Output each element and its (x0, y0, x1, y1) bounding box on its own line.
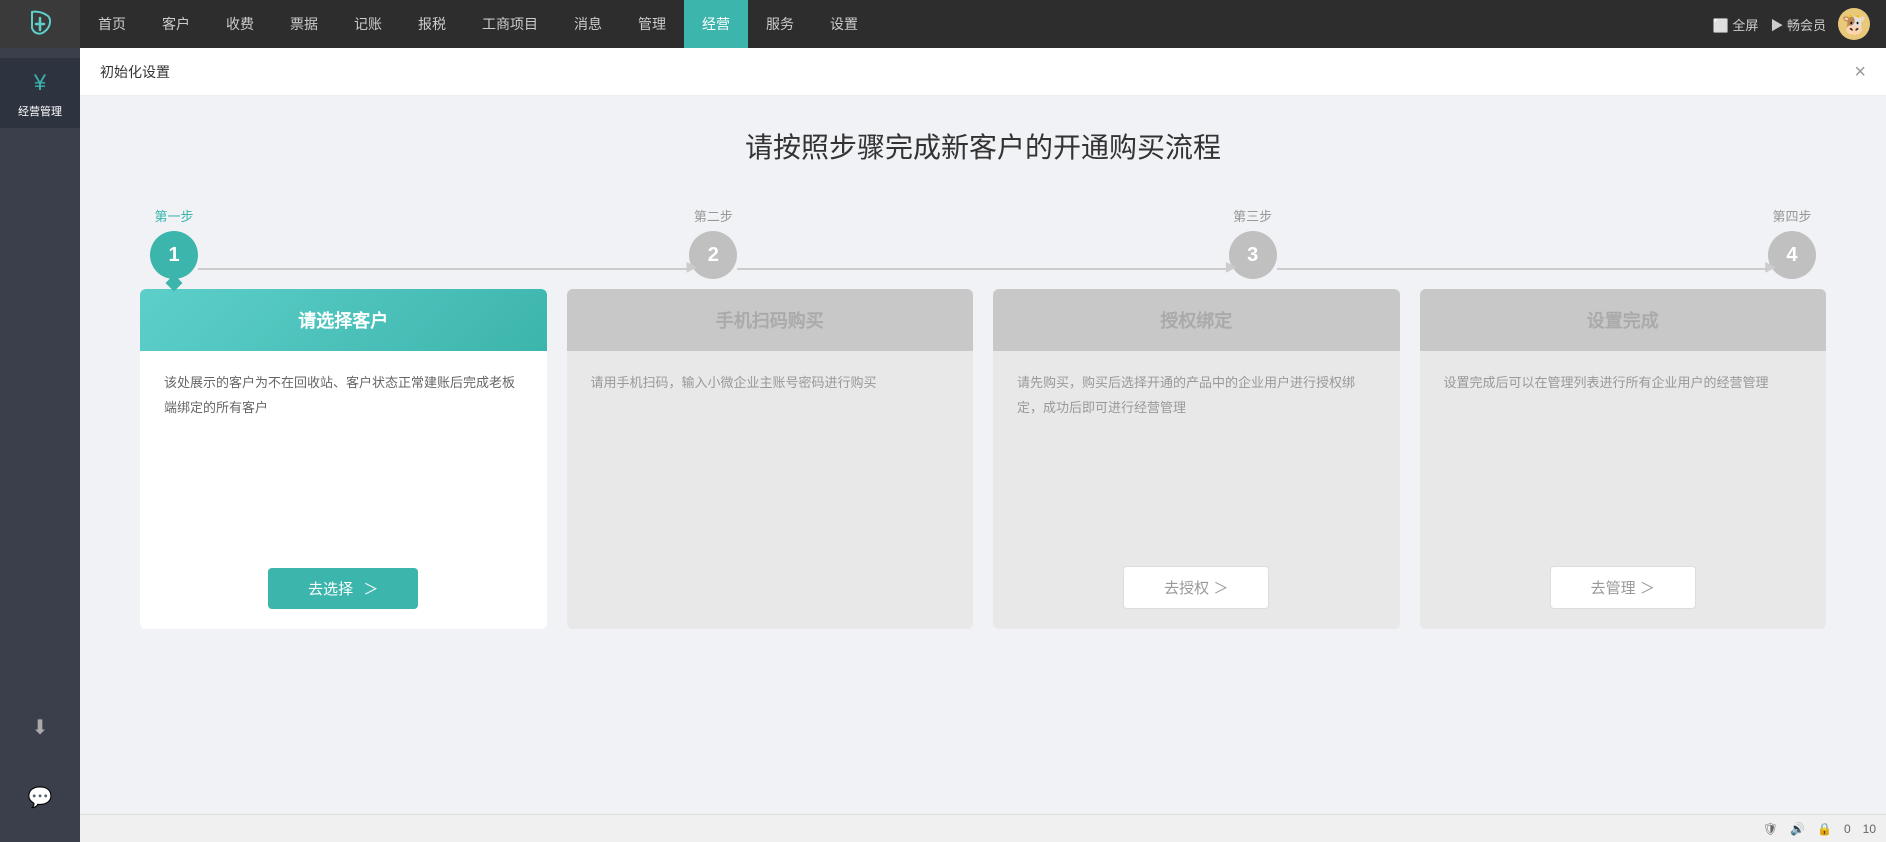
main-content: 初始化设置 × 请按照步骤完成新客户的开通购买流程 第一步 1 ▶ 第二 (80, 48, 1886, 814)
status-right: 🛡 🔊 🔒 0 10 (1763, 822, 1876, 836)
shield-icon: 🛡 (1763, 822, 1778, 836)
goto-auth-button[interactable]: 去授权 ＞ (1123, 566, 1269, 609)
card-3-header: 授权绑定 (993, 289, 1400, 351)
card-2-body: 请用手机扫码，输入小微企业主账号密码进行购买 (567, 351, 974, 629)
card-step-1: 请选择客户 该处展示的客户为不在回收站、客户状态正常建账后完成老板端绑定的所有客… (140, 289, 547, 629)
sidebar-support[interactable]: 💬 (0, 762, 80, 832)
arrow-1-2: ▶ (687, 258, 698, 275)
lock-icon: 🔒 (1817, 822, 1832, 836)
nav-message[interactable]: 消息 (556, 0, 620, 48)
card-step-3: 授权绑定 请先购买，购买后选择开通的产品中的企业用户进行授权绑定，成功后即可进行… (993, 289, 1400, 629)
sidebar-download[interactable]: ⬇ (0, 692, 80, 762)
top-navigation: 首页 客户 收费 票据 记账 报税 工商项目 消息 管理 经营 服务 设置 ⬜ … (0, 0, 1886, 48)
nav-operation[interactable]: 经营 (684, 0, 748, 48)
nav-items: 首页 客户 收费 票据 记账 报税 工商项目 消息 管理 经营 服务 设置 (80, 0, 876, 48)
support-icon: 💬 (24, 781, 56, 813)
page-title: 初始化设置 (100, 62, 170, 82)
step-1-circle: 1 (150, 231, 198, 279)
arrow-2-3: ▶ (1226, 258, 1237, 275)
card-1-title: 请选择客户 (164, 307, 523, 333)
card-4-header: 设置完成 (1420, 289, 1827, 351)
sidebar-bottom: ⬇ 💬 (0, 692, 80, 842)
card-3-text: 请先购买，购买后选择开通的产品中的企业用户进行授权绑定，成功后即可进行经营管理 (1017, 371, 1376, 546)
step-1-label: 第一步 (154, 206, 193, 225)
step-4-label: 第四步 (1772, 206, 1811, 225)
sidebar: ¥ 经营管理 ⬇ 💬 (0, 48, 80, 842)
card-1-footer: 去选择 ＞ (164, 568, 523, 609)
nav-bill[interactable]: 票据 (272, 0, 336, 48)
card-4-title: 设置完成 (1444, 307, 1803, 333)
card-4-body: 设置完成后可以在管理列表进行所有企业用户的经营管理 去管理 ＞ (1420, 351, 1827, 629)
logo (0, 0, 80, 48)
card-step-4: 设置完成 设置完成后可以在管理列表进行所有企业用户的经营管理 去管理 ＞ (1420, 289, 1827, 629)
nav-tax[interactable]: 报税 (400, 0, 464, 48)
step-2-label: 第二步 (694, 206, 733, 225)
goto-manage-button[interactable]: 去管理 ＞ (1550, 566, 1696, 609)
sidebar-label-operation: 经营管理 (18, 103, 62, 119)
card-2-text: 请用手机扫码，输入小微企业主账号密码进行购买 (591, 371, 950, 609)
connector-2-3: ▶ (737, 268, 1228, 270)
connector-3-4: ▶ (1277, 268, 1768, 270)
nav-settings[interactable]: 设置 (812, 0, 876, 48)
card-4-text: 设置完成后可以在管理列表进行所有企业用户的经营管理 (1444, 371, 1803, 546)
status-bar: ▶ 完成 🛡 🔊 🔒 0 10 (0, 814, 1886, 842)
logo-icon (24, 8, 56, 40)
content-area: 请按照步骤完成新客户的开通购买流程 第一步 1 ▶ 第二步 2 (80, 96, 1886, 659)
volume-icon: 🔊 (1790, 822, 1805, 836)
nav-service[interactable]: 服务 (748, 0, 812, 48)
card-2-header: 手机扫码购买 (567, 289, 974, 351)
sidebar-item-operation[interactable]: ¥ 经营管理 (0, 58, 80, 128)
steps-flow: 第一步 1 ▶ 第二步 2 ▶ (120, 206, 1846, 289)
card-4-footer: 去管理 ＞ (1444, 566, 1803, 609)
counter-0: 0 (1844, 822, 1851, 836)
step-1-header: 第一步 1 (150, 206, 198, 289)
nav-account[interactable]: 记账 (336, 0, 400, 48)
nav-fee[interactable]: 收费 (208, 0, 272, 48)
card-3-footer: 去授权 ＞ (1017, 566, 1376, 609)
card-1-header: 请选择客户 (140, 289, 547, 351)
nav-right: ⬜ 全屏 ▶ 畅会员 🐮 (1713, 8, 1886, 40)
main-heading: 请按照步骤完成新客户的开通购买流程 (120, 126, 1846, 166)
close-button[interactable]: × (1854, 62, 1866, 82)
nav-business[interactable]: 工商项目 (464, 0, 556, 48)
arrow-3-4: ▶ (1765, 258, 1776, 275)
connector-1-2: ▶ (198, 268, 689, 270)
download-icon: ⬇ (24, 711, 56, 743)
vip-btn[interactable]: ▶ 畅会员 (1770, 15, 1826, 34)
avatar[interactable]: 🐮 (1838, 8, 1870, 40)
fullscreen-btn[interactable]: ⬜ 全屏 (1713, 15, 1759, 34)
counter-10: 10 (1863, 822, 1876, 836)
card-2-title: 手机扫码购买 (591, 307, 950, 333)
nav-customer[interactable]: 客户 (144, 0, 208, 48)
card-1-body: 该处展示的客户为不在回收站、客户状态正常建账后完成老板端绑定的所有客户 去选择 … (140, 351, 547, 629)
goto-select-button[interactable]: 去选择 ＞ (268, 568, 418, 609)
cards-row: 请选择客户 该处展示的客户为不在回收站、客户状态正常建账后完成老板端绑定的所有客… (120, 289, 1846, 629)
card-step-2: 手机扫码购买 请用手机扫码，输入小微企业主账号密码进行购买 (567, 289, 974, 629)
nav-home[interactable]: 首页 (80, 0, 144, 48)
page-header: 初始化设置 × (80, 48, 1886, 96)
card-3-title: 授权绑定 (1017, 307, 1376, 333)
yen-icon: ¥ (24, 67, 56, 99)
step-3-label: 第三步 (1233, 206, 1272, 225)
card-1-text: 该处展示的客户为不在回收站、客户状态正常建账后完成老板端绑定的所有客户 (164, 371, 523, 548)
nav-manage[interactable]: 管理 (620, 0, 684, 48)
card-3-body: 请先购买，购买后选择开通的产品中的企业用户进行授权绑定，成功后即可进行经营管理 … (993, 351, 1400, 629)
